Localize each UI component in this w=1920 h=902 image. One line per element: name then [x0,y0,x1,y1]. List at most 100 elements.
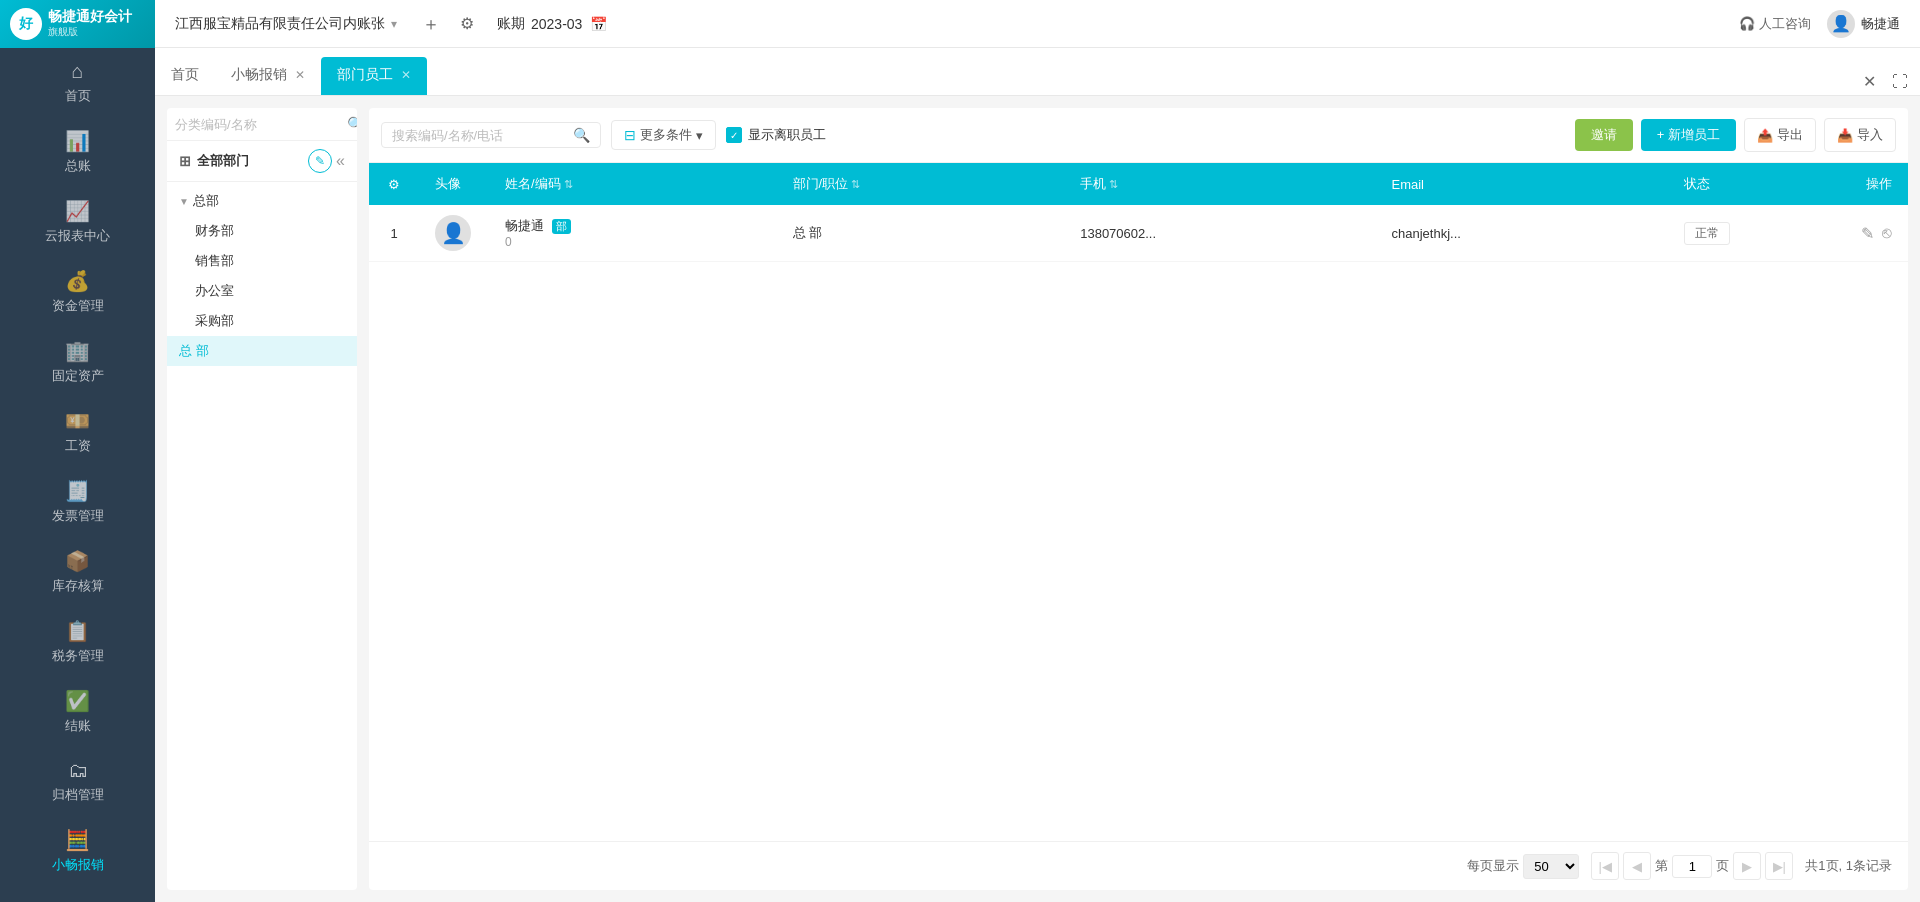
dept-node-general[interactable]: ▼ 总部 [167,186,357,216]
import-button[interactable]: 📥 导入 [1824,118,1896,152]
tab-employees-label: 部门员工 [337,66,393,84]
col-name[interactable]: 姓名/编码 [489,163,777,205]
employee-email: chanjethkj... [1392,226,1461,241]
tab-expense[interactable]: 小畅报销 ✕ [215,57,321,95]
next-page-button[interactable]: ▶ [1733,852,1761,880]
show-resigned-checkbox[interactable]: ✓ [726,127,742,143]
show-resigned-toggle[interactable]: ✓ 显示离职员工 [726,126,826,144]
col-dept[interactable]: 部门/职位 [777,163,1065,205]
prev-page-button[interactable]: ◀ [1623,852,1651,880]
dept-name: 采购部 [195,312,234,330]
tax-icon: 📋 [65,619,90,643]
sidebar-item-settings[interactable]: ⚙ 基础设置 [0,886,155,902]
col-phone[interactable]: 手机 [1064,163,1375,205]
sidebar-item-home[interactable]: ⌂ 首页 [0,48,155,117]
dept-node-office[interactable]: 办公室 [167,276,357,306]
sidebar-item-label: 小畅报销 [52,856,104,874]
inventory-icon: 📦 [65,549,90,573]
dept-search-icon[interactable]: 🔍 [347,116,357,132]
dept-name: 销售部 [195,252,234,270]
sidebar-item-label: 结账 [65,717,91,735]
col-settings[interactable]: ⚙ [369,163,419,205]
edit-button[interactable]: ✎ [1861,224,1874,243]
all-dept-label: 全部部门 [197,152,249,170]
row-actions-cell: ✎ ⎋ [1788,205,1908,262]
row-dept-cell: 总 部 [777,205,1065,262]
sidebar-item-expense[interactable]: 🧮 小畅报销 [0,816,155,886]
filter-button[interactable]: ⊟ 更多条件 ▾ [611,120,716,150]
export-button[interactable]: 📤 导出 [1744,118,1816,152]
add-button[interactable]: ＋ [417,10,445,38]
sidebar-item-tax[interactable]: 📋 税务管理 [0,607,155,677]
sidebar: ⌂ 首页 📊 总账 📈 云报表中心 💰 资金管理 🏢 固定资产 💴 工资 🧾 发… [0,48,155,902]
sidebar-item-funds[interactable]: 💰 资金管理 [0,257,155,327]
dept-header-left: ⊞ 全部部门 [179,152,249,170]
tab-expand-icon[interactable]: ⛶ [1888,69,1912,95]
company-selector[interactable]: 江西服宝精品有限责任公司内账张 ▾ [155,15,417,33]
tabs-right-actions: ✕ ⛶ [1859,68,1920,95]
pagination: |◀ ◀ 第 页 ▶ ▶| [1591,852,1793,880]
avatar: 👤 [435,215,471,251]
sidebar-item-assets[interactable]: 🏢 固定资产 [0,327,155,397]
employee-search-icon[interactable]: 🔍 [573,127,590,143]
close-employees-tab-icon[interactable]: ✕ [401,68,411,82]
close-expense-tab-icon[interactable]: ✕ [295,68,305,82]
action-buttons: ✎ ⎋ [1804,224,1892,243]
dept-search-input[interactable] [175,117,343,132]
sidebar-item-inventory[interactable]: 📦 库存核算 [0,537,155,607]
calendar-icon[interactable]: 📅 [590,16,607,32]
last-page-button[interactable]: ▶| [1765,852,1793,880]
dept-node-purchase[interactable]: 采购部 [167,306,357,336]
page-label: 第 [1655,857,1668,875]
invite-button[interactable]: 邀请 [1575,119,1633,151]
sidebar-item-archive[interactable]: 🗂 归档管理 [0,747,155,816]
export-label: 导出 [1777,126,1803,144]
collapse-dept-icon[interactable]: « [336,152,345,170]
per-page-label: 每页显示 [1467,857,1519,875]
support-label: 人工咨询 [1759,15,1811,33]
sidebar-item-reports[interactable]: 📈 云报表中心 [0,187,155,257]
tab-home[interactable]: 首页 [155,57,215,95]
add-employee-button[interactable]: + 新增员工 [1641,119,1736,151]
dept-node-headquarters[interactable]: 总 部 [167,336,357,366]
sidebar-item-label: 发票管理 [52,507,104,525]
filter-icon: ⊟ [624,127,636,143]
tab-close-all-icon[interactable]: ✕ [1859,68,1880,95]
support-button[interactable]: 🎧 人工咨询 [1739,15,1811,33]
employee-search-input[interactable] [392,128,567,143]
filter-label: 更多条件 [640,126,692,144]
sidebar-item-ledger[interactable]: 📊 总账 [0,117,155,187]
sidebar-item-label: 工资 [65,437,91,455]
total-text: 共1页, 1条记录 [1805,857,1892,875]
logo-area: 好 畅捷通好会计 旗舰版 [0,0,155,48]
sidebar-item-invoice[interactable]: 🧾 发票管理 [0,467,155,537]
dept-search: 🔍 [167,108,357,141]
avatar: 👤 [1827,10,1855,38]
sidebar-item-label: 固定资产 [52,367,104,385]
page-input[interactable] [1672,855,1712,878]
sidebar-item-label: 税务管理 [52,647,104,665]
settings-icon[interactable]: ⚙ [453,10,481,38]
tab-employees[interactable]: 部门员工 ✕ [321,57,427,95]
sidebar-item-salary[interactable]: 💴 工资 [0,397,155,467]
dept-node-finance[interactable]: 财务部 [167,216,357,246]
status-badge: 正常 [1684,222,1730,245]
logout-button[interactable]: ⎋ [1882,224,1892,242]
first-page-button[interactable]: |◀ [1591,852,1619,880]
sidebar-item-checkout[interactable]: ✅ 结账 [0,677,155,747]
per-page-selector: 每页显示 50 10 20 100 [1467,854,1579,879]
row-phone-cell: 138070602... [1064,205,1375,262]
add-dept-button[interactable]: ✎ [308,149,332,173]
sidebar-item-label: 资金管理 [52,297,104,315]
col-email: Email [1376,163,1669,205]
page-content: 🔍 ⊞ 全部部门 ✎ « ▼ 总部 [155,96,1920,902]
dept-header: ⊞ 全部部门 ✎ « [167,141,357,182]
dept-name: 总部 [193,192,219,210]
employee-table: ⚙ 头像 姓名/编码 部门/职位 手机 Email 状态 操作 [369,163,1908,262]
user-menu[interactable]: 👤 畅捷通 [1827,10,1900,38]
sidebar-item-label: 首页 [65,87,91,105]
employee-table-container: ⚙ 头像 姓名/编码 部门/职位 手机 Email 状态 操作 [369,163,1908,841]
dept-node-sales[interactable]: 销售部 [167,246,357,276]
per-page-select[interactable]: 50 10 20 100 [1523,854,1579,879]
archive-icon: 🗂 [68,759,88,782]
